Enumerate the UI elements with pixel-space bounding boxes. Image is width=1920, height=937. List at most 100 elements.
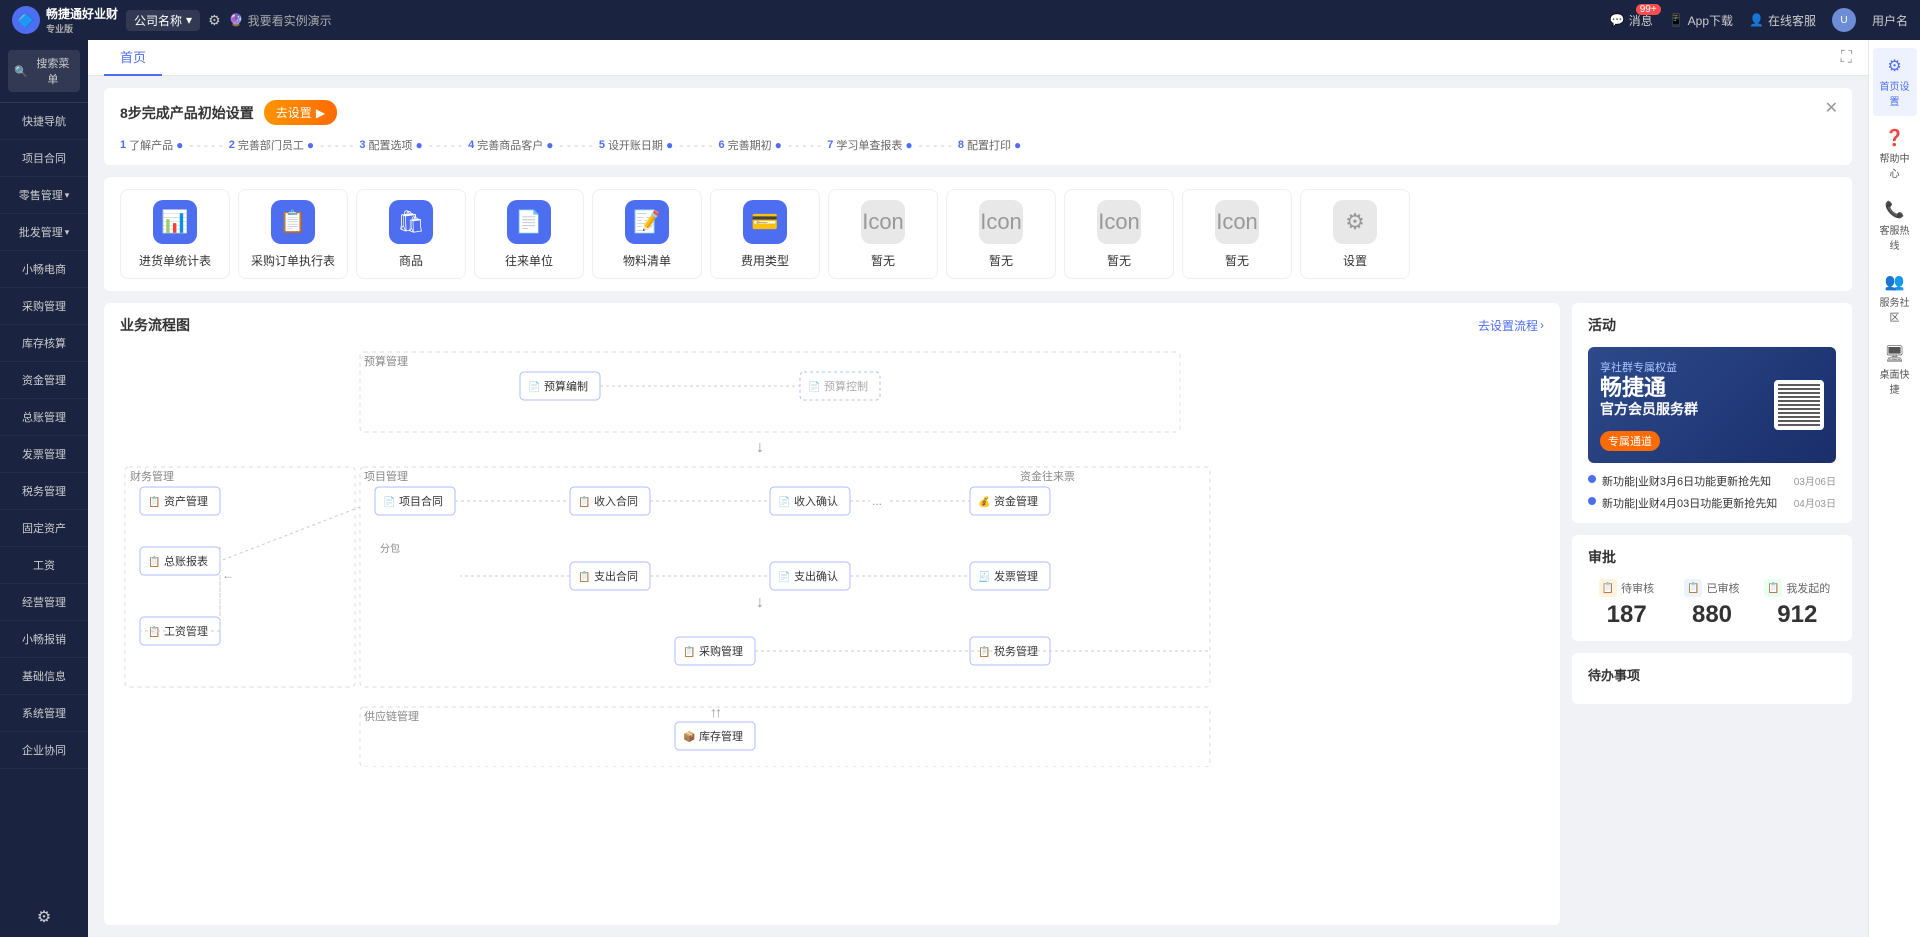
svg-text:📦: 📦	[683, 730, 695, 743]
setup-banner-title: 8步完成产品初始设置	[120, 103, 254, 123]
right-sidebar-item-4[interactable]: 🖥 桌面快捷	[1873, 336, 1917, 404]
activity-banner-btn[interactable]: 专属通道	[1600, 431, 1660, 451]
icon-card-5[interactable]: 💳 费用类型	[710, 189, 820, 279]
sidebar-item-5[interactable]: 采购管理	[0, 288, 88, 325]
svg-text:支出确认: 支出确认	[794, 569, 838, 583]
approval-card-header: 📋 已审核	[1673, 579, 1750, 597]
icon-card-4[interactable]: 📝 物料清单	[592, 189, 702, 279]
setup-step-2: 3配置选项●- - - - -	[359, 137, 468, 153]
sidebar-item-3[interactable]: 批发管理▾	[0, 214, 88, 251]
sidebar-item-10[interactable]: 税务管理	[0, 473, 88, 510]
right-sidebar-item-0[interactable]: ⚙ 首页设置	[1873, 48, 1917, 116]
sidebar-item-6[interactable]: 库存核算	[0, 325, 88, 362]
right-sidebar-icon: 🖥	[1877, 344, 1913, 364]
step-divider: - - - - -	[679, 138, 712, 152]
activity-header: 活动	[1588, 315, 1836, 335]
sidebar-item-4[interactable]: 小畅电商	[0, 251, 88, 288]
flow-node-expense-contract: 📋 支出合同	[570, 562, 650, 590]
icon-card-9[interactable]: Icon 暂无	[1182, 189, 1292, 279]
activity-date: 04月03日	[1794, 495, 1836, 510]
sidebar-item-0[interactable]: 快捷导航	[0, 103, 88, 140]
activity-content[interactable]: 新功能|业财3月6日功能更新抢先知	[1602, 473, 1788, 489]
right-sidebar-label: 帮助中心	[1880, 154, 1910, 180]
approval-card-header: 📋 待审核	[1588, 579, 1665, 597]
svg-text:📋: 📋	[578, 495, 590, 508]
icon-card-6[interactable]: Icon 暂无	[828, 189, 938, 279]
sidebar-item-13[interactable]: 经营管理	[0, 584, 88, 621]
icon-card-icon: 📄	[507, 200, 551, 244]
svg-text:项目合同: 项目合同	[399, 494, 443, 508]
icon-card-8[interactable]: Icon 暂无	[1064, 189, 1174, 279]
step-divider: - - - - -	[559, 138, 592, 152]
company-selector[interactable]: 公司名称 ▾	[126, 10, 200, 31]
sidebar-item-label: 固定资产	[22, 523, 66, 535]
svg-text:📋: 📋	[578, 570, 590, 583]
approval-card-1[interactable]: 📋 已审核 880	[1673, 579, 1750, 629]
icon-card-3[interactable]: 📄 往来单位	[474, 189, 584, 279]
sidebar-item-8[interactable]: 总账管理	[0, 399, 88, 436]
app-download-button[interactable]: 📱 App下载	[1669, 12, 1733, 29]
online-service-button[interactable]: 👤 在线客服	[1749, 12, 1816, 29]
approval-card-label: 待审核	[1621, 580, 1654, 596]
go-settings-button[interactable]: 去设置 ▶	[264, 100, 337, 125]
sidebar-item-12[interactable]: 工资	[0, 547, 88, 584]
activity-content[interactable]: 新功能|业财4月03日功能更新抢先知	[1602, 495, 1788, 511]
svg-text:🧾: 🧾	[978, 570, 990, 583]
messages-button[interactable]: 💬 消息 99+	[1610, 12, 1653, 29]
setup-banner-close[interactable]: ✕	[1825, 98, 1838, 118]
activity-title: 活动	[1588, 315, 1616, 335]
icon-card-7[interactable]: Icon 暂无	[946, 189, 1056, 279]
right-sidebar-item-2[interactable]: 📞 客服热线	[1873, 192, 1917, 260]
sidebar-item-14[interactable]: 小畅报销	[0, 621, 88, 658]
approval-card-2[interactable]: 📋 我发起的 912	[1759, 579, 1836, 629]
sidebar-item-1[interactable]: 项目合同	[0, 140, 88, 177]
svg-text:📄: 📄	[808, 380, 820, 393]
search-menu-button[interactable]: 🔍 搜索菜单	[8, 50, 80, 92]
sidebar-item-17[interactable]: 企业协同	[0, 732, 88, 769]
right-sidebar-item-3[interactable]: 👥 服务社区	[1873, 264, 1917, 332]
header-settings-icon[interactable]: ⚙	[208, 12, 221, 29]
activity-banner-title: 畅捷通	[1600, 377, 1774, 399]
icon-card-icon: Icon	[1097, 200, 1141, 244]
demo-link[interactable]: 🔮 我要看实例演示	[229, 12, 332, 29]
sidebar-item-16[interactable]: 系统管理	[0, 695, 88, 732]
sidebar-item-7[interactable]: 资金管理	[0, 362, 88, 399]
sidebar-item-label: 零售管理	[19, 187, 63, 203]
flow-node-income-contract: 📋 收入合同	[570, 487, 650, 515]
icon-card-10[interactable]: ⚙ 设置	[1300, 189, 1410, 279]
sidebar-item-label: 采购管理	[22, 301, 66, 313]
icon-card-2[interactable]: 🛍 商品	[356, 189, 466, 279]
sidebar-item-9[interactable]: 发票管理	[0, 436, 88, 473]
activity-date: 03月06日	[1794, 473, 1836, 488]
activity-banner-subtitle1: 享社群专属权益	[1600, 359, 1774, 375]
icon-card-label: 进货单统计表	[139, 252, 211, 269]
header-right: 💬 消息 99+ 📱 App下载 👤 在线客服 U 用户名	[1610, 8, 1908, 32]
activity-item-1: 新功能|业财4月03日功能更新抢先知 04月03日	[1588, 495, 1836, 511]
approval-card-label: 已审核	[1706, 580, 1739, 596]
sidebar-item-2[interactable]: 零售管理▾	[0, 177, 88, 214]
approval-card-0[interactable]: 📋 待审核 187	[1588, 579, 1665, 629]
icon-card-1[interactable]: 📋 采购订单执行表	[238, 189, 348, 279]
sidebar-item-label: 基础信息	[22, 671, 66, 683]
content-area: 首页 ⛶ 8步完成产品初始设置 去设置 ▶ 1了解产品●- - - - -2完善…	[88, 40, 1868, 937]
tab-home[interactable]: 首页	[104, 40, 162, 76]
sidebar-item-label: 快捷导航	[22, 116, 66, 128]
company-name: 公司名称	[134, 12, 182, 29]
svg-text:...: ...	[872, 494, 882, 508]
user-avatar[interactable]: U	[1832, 8, 1856, 32]
step-divider: - - - - -	[189, 138, 222, 152]
right-sidebar-item-1[interactable]: ❓ 帮助中心	[1873, 120, 1917, 188]
svg-text:↓: ↓	[756, 439, 764, 456]
sidebar-settings-icon[interactable]: ⚙	[8, 907, 80, 927]
flow-settings-link[interactable]: 去设置流程 ›	[1478, 317, 1544, 334]
chevron-icon: ▾	[65, 190, 70, 201]
icon-card-label: 暂无	[1225, 252, 1249, 269]
sidebar-item-11[interactable]: 固定资产	[0, 510, 88, 547]
tab-expand-icon[interactable]: ⛶	[1841, 49, 1852, 67]
icon-card-0[interactable]: 📊 进货单统计表	[120, 189, 230, 279]
approval-card-num: 880	[1673, 601, 1750, 629]
sidebar-item-15[interactable]: 基础信息	[0, 658, 88, 695]
pending-title: 待办事项	[1588, 665, 1836, 684]
flow-node-inventory: 📦 库存管理	[675, 722, 755, 750]
svg-text:收入合同: 收入合同	[594, 494, 638, 508]
